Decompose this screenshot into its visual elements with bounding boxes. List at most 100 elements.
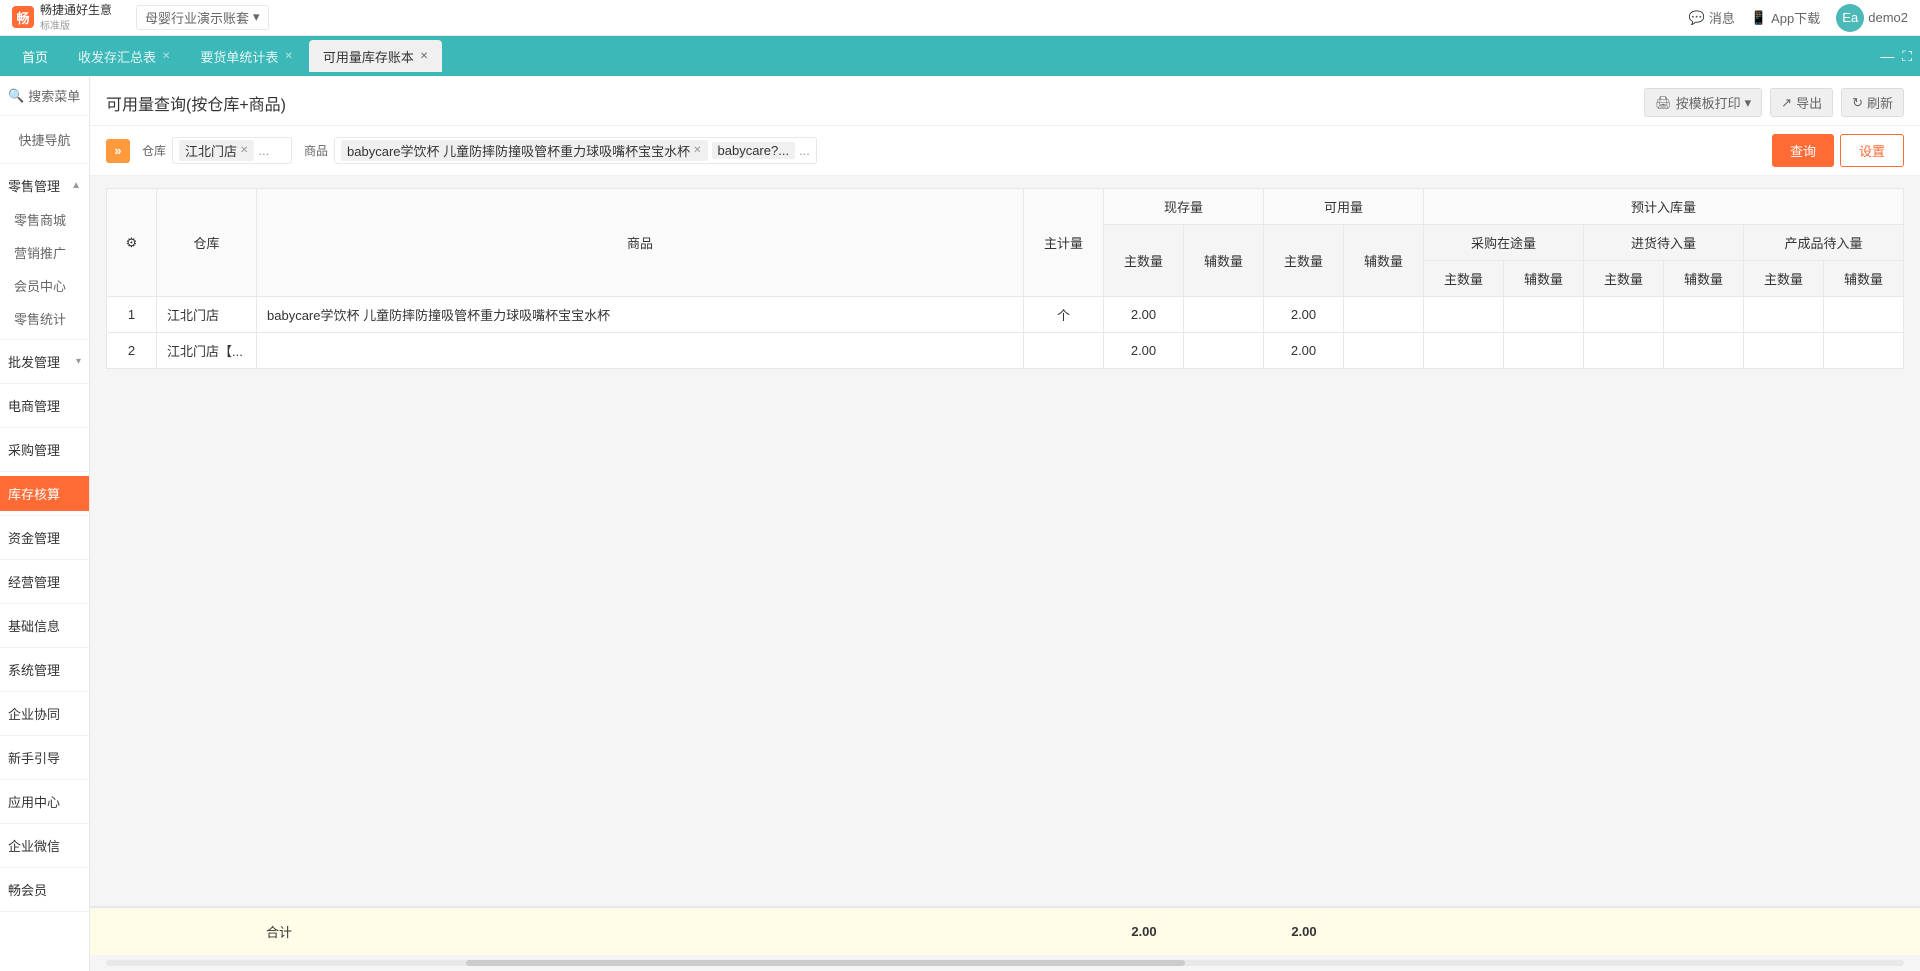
message-button[interactable]: 💬 消息: [1689, 8, 1735, 27]
table-row: 1 江北门店 babycare学饮杯 儿童防摔防撞吸管杯重力球吸嘴杯宝宝水杯 个…: [107, 297, 1904, 333]
product-column-header: 商品: [257, 189, 1024, 297]
sidebar-item-retail-mall[interactable]: 零售商城: [0, 203, 89, 236]
filter-actions: 查询 设置: [1772, 134, 1904, 167]
sidebar-item-wechat[interactable]: 企业微信: [0, 828, 89, 863]
table-container: ⚙ 仓库 商品 主计量 现存量: [90, 176, 1920, 906]
warehouse-tag-container[interactable]: 江北门店 ✕ ...: [172, 137, 292, 164]
product-expand-dots[interactable]: ...: [799, 143, 810, 158]
product-tag-2: babycare?...: [712, 142, 796, 159]
tab-order-summary-close[interactable]: ✕: [284, 51, 292, 62]
content-area: 可用量查询(按仓库+商品) 🖨 按模板打印 ▾ ↗ 导出 ↻ 刷新: [90, 76, 1920, 971]
scrollbar-track: [106, 960, 1904, 966]
horizontal-scrollbar[interactable]: [90, 955, 1920, 971]
export-button[interactable]: ↗ 导出: [1770, 88, 1833, 117]
tab-home[interactable]: 首页: [8, 40, 62, 72]
query-button[interactable]: 查询: [1772, 134, 1834, 167]
tab-available-inventory-close[interactable]: ✕: [420, 51, 428, 62]
row-unit: 个: [1024, 297, 1104, 333]
sidebar-item-app-center[interactable]: 应用中心: [0, 784, 89, 819]
caret-icon: ▲: [71, 180, 81, 191]
sidebar-section-retail: 零售管理 ▲ 零售商城 营销推广 会员中心 零售统计: [0, 164, 89, 340]
row-number: 2: [107, 333, 157, 369]
row-product-main: [1744, 333, 1824, 369]
tab-order-summary[interactable]: 要货单统计表 ✕: [186, 40, 306, 72]
sidebar-item-retail-management[interactable]: 零售管理 ▲: [0, 168, 89, 203]
app-download-icon: 📱: [1751, 10, 1767, 26]
total-label-cell: [106, 916, 156, 947]
user-menu[interactable]: Ea demo2: [1836, 4, 1908, 32]
sidebar-search[interactable]: 🔍 搜索菜单: [0, 76, 89, 116]
row-proc-main: [1424, 333, 1504, 369]
product-tag-1-close[interactable]: ✕: [693, 145, 701, 156]
template-print-button[interactable]: 🖨 按模板打印 ▾: [1644, 88, 1762, 117]
settings-button[interactable]: 设置: [1840, 134, 1904, 167]
warehouse-expand-dots[interactable]: ...: [258, 143, 269, 158]
sidebar-item-procurement[interactable]: 采购管理: [0, 432, 89, 467]
tab-receive-summary-label: 收发存汇总表: [78, 47, 156, 66]
industry-selector[interactable]: 母婴行业演示账套 ▾: [136, 5, 269, 30]
available-sub-qty-header: 辅数量: [1344, 225, 1424, 297]
sidebar-section-wholesale: 批发管理 ▾: [0, 340, 89, 384]
tab-available-inventory[interactable]: 可用量库存账本 ✕: [309, 40, 442, 72]
total-table: 合计 2.00 2.00: [106, 916, 1904, 947]
sidebar-section-basics: 基础信息: [0, 604, 89, 648]
total-product-sub: [1824, 916, 1904, 947]
row-available-sub: [1344, 333, 1424, 369]
total-label: 合计: [266, 925, 292, 940]
chevron-down-icon: ▾: [1745, 95, 1752, 111]
footer-total-row: 合计 2.00 2.00: [90, 906, 1920, 955]
sidebar-item-enterprise[interactable]: 企业协同: [0, 696, 89, 731]
warehouse-tag-close[interactable]: ✕: [240, 145, 248, 156]
sidebar-item-ecommerce[interactable]: 电商管理: [0, 388, 89, 423]
gear-column-header[interactable]: ⚙: [107, 189, 157, 297]
sidebar-item-newbie[interactable]: 新手引导: [0, 740, 89, 775]
product-main-header: 主数量: [1744, 261, 1824, 297]
sidebar-item-member[interactable]: 畅会员: [0, 872, 89, 907]
sidebar-item-retail-stats[interactable]: 零售统计: [0, 302, 89, 335]
tab-receive-summary-close[interactable]: ✕: [162, 51, 170, 62]
sidebar-section-operations: 经营管理: [0, 560, 89, 604]
sidebar-item-inventory[interactable]: 库存核算: [0, 476, 89, 511]
total-inbound-sub: [1664, 916, 1744, 947]
total-stock-sub: [1184, 916, 1264, 947]
total-product-cell: 合计: [256, 916, 1024, 947]
current-stock-group-header: 现存量: [1104, 189, 1264, 225]
logo: 畅 畅捷通好生意 标准版: [12, 3, 112, 32]
inbound-group-header: 进货待入量: [1584, 225, 1744, 261]
total-proc-sub: [1504, 916, 1584, 947]
total-stock-main: 2.00: [1104, 916, 1184, 947]
product-filter-field: 商品 babycare学饮杯 儿童防摔防撞吸管杯重力球吸嘴杯宝宝水杯 ✕ bab…: [304, 137, 817, 164]
product-sub-header: 辅数量: [1824, 261, 1904, 297]
stock-main-qty-header: 主数量: [1104, 225, 1184, 297]
sidebar-item-finance[interactable]: 资金管理: [0, 520, 89, 555]
refresh-button[interactable]: ↻ 刷新: [1841, 88, 1904, 117]
scrollbar-thumb[interactable]: [466, 960, 1185, 966]
total-available-main: 2.00: [1264, 916, 1344, 947]
sidebar-item-wholesale[interactable]: 批发管理 ▾: [0, 344, 89, 379]
message-icon: 💬: [1689, 10, 1705, 26]
warehouse-tag: 江北门店 ✕: [179, 140, 254, 161]
sidebar-item-operations[interactable]: 经营管理: [0, 564, 89, 599]
sidebar-item-basics[interactable]: 基础信息: [0, 608, 89, 643]
sidebar-item-quick-nav[interactable]: 快捷导航: [0, 124, 89, 155]
row-product-sub: [1824, 333, 1904, 369]
sidebar-item-marketing[interactable]: 营销推广: [0, 236, 89, 269]
sidebar-section-app-center: 应用中心: [0, 780, 89, 824]
maximize-icon[interactable]: ⛶: [1902, 48, 1912, 65]
procurement-group-header: 采购在途量: [1424, 225, 1584, 261]
main-unit-column-header: 主计量: [1024, 189, 1104, 297]
inbound-sub-header: 辅数量: [1664, 261, 1744, 297]
logo-sub: 标准版: [40, 17, 112, 32]
sidebar-item-system[interactable]: 系统管理: [0, 652, 89, 687]
product-tag-container[interactable]: babycare学饮杯 儿童防摔防撞吸管杯重力球吸嘴杯宝宝水杯 ✕ babyca…: [334, 137, 817, 164]
row-available-main: 2.00: [1264, 297, 1344, 333]
sidebar-section-inventory: 库存核算: [0, 472, 89, 516]
filter-toggle-button[interactable]: »: [106, 139, 130, 163]
total-warehouse-cell: [156, 916, 256, 947]
row-inbound-main: [1584, 297, 1664, 333]
app-download-button[interactable]: 📱 App下载: [1751, 8, 1820, 27]
minimize-icon[interactable]: —: [1880, 48, 1894, 64]
tab-bar-right: — ⛶: [1880, 48, 1912, 65]
sidebar-item-member-center[interactable]: 会员中心: [0, 269, 89, 302]
tab-receive-summary[interactable]: 收发存汇总表 ✕: [64, 40, 184, 72]
